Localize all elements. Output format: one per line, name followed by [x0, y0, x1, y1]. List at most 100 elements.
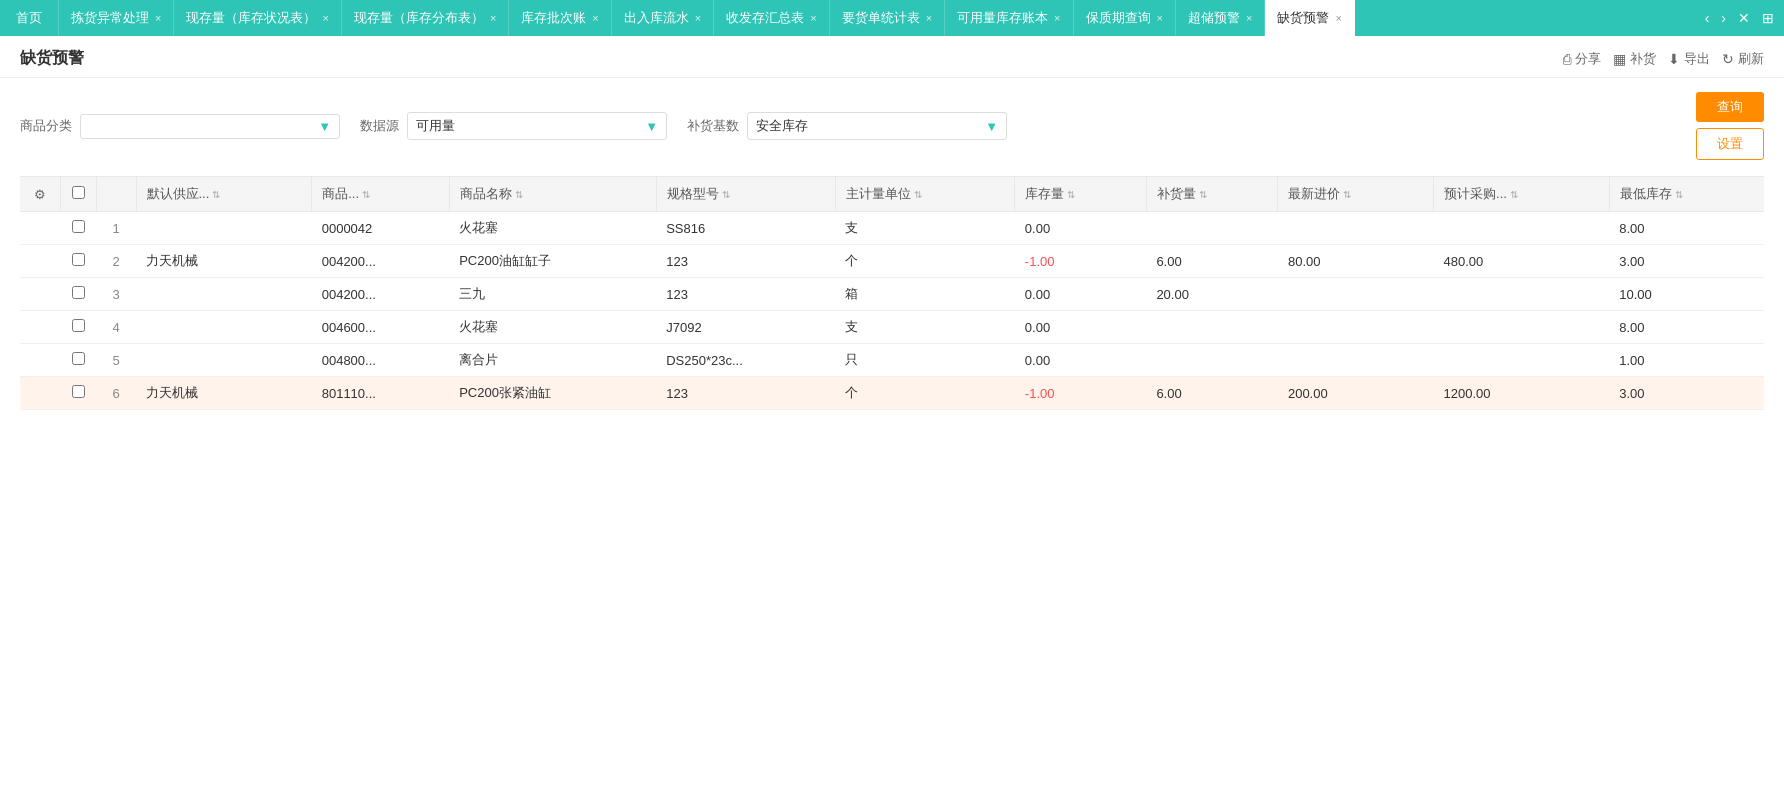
export-icon: ⬇: [1668, 51, 1680, 67]
filter-group-category: 商品分类 ▼: [20, 114, 340, 139]
th-latest-price[interactable]: 最新进价 ⇅: [1278, 177, 1434, 212]
row-min-stock: 3.00: [1609, 245, 1764, 278]
row-checkbox[interactable]: [72, 253, 85, 266]
query-button[interactable]: 查询: [1696, 92, 1764, 122]
replenish-base-select[interactable]: 安全库存 ▼: [747, 112, 1007, 140]
row-settings[interactable]: [20, 278, 60, 311]
export-button[interactable]: ⬇ 导出: [1668, 50, 1710, 68]
row-settings[interactable]: [20, 212, 60, 245]
tab-close-inout-flow[interactable]: ×: [695, 12, 701, 24]
row-est-purchase: [1434, 311, 1610, 344]
tab-batch-account[interactable]: 库存批次账 ×: [509, 0, 611, 36]
replenish-button[interactable]: ▦ 补货: [1613, 50, 1656, 68]
tab-inventory-dist[interactable]: 现存量（库存分布表） ×: [342, 0, 509, 36]
row-checkbox-cell[interactable]: [60, 377, 96, 410]
table-row[interactable]: 5 004800... 离合片 DS250*23c... 只 0.00 1.00: [20, 344, 1764, 377]
row-checkbox-cell[interactable]: [60, 212, 96, 245]
tab-inventory-status[interactable]: 现存量（库存状况表） ×: [174, 0, 341, 36]
th-spec[interactable]: 规格型号 ⇅: [656, 177, 835, 212]
tab-expiry-query[interactable]: 保质期查询 ×: [1074, 0, 1176, 36]
th-settings[interactable]: ⚙: [20, 177, 60, 212]
row-checkbox-cell[interactable]: [60, 278, 96, 311]
table-row[interactable]: 2 力天机械 004200... PC200油缸缸子 123 个 -1.00 6…: [20, 245, 1764, 278]
row-product-code: 004200...: [312, 278, 449, 311]
tab-next-button[interactable]: ›: [1715, 6, 1732, 30]
th-min-stock[interactable]: 最低库存 ⇅: [1609, 177, 1764, 212]
row-num: 1: [96, 212, 136, 245]
tab-inout-flow[interactable]: 出入库流水 ×: [612, 0, 714, 36]
row-product-name: PC200油缸缸子: [449, 245, 656, 278]
table-row[interactable]: 4 004600... 火花塞 J7092 支 0.00 8.00: [20, 311, 1764, 344]
th-product-name[interactable]: 商品名称 ⇅: [449, 177, 656, 212]
row-settings[interactable]: [20, 245, 60, 278]
row-checkbox-cell[interactable]: [60, 245, 96, 278]
th-default-supplier[interactable]: 默认供应... ⇅: [136, 177, 312, 212]
tab-bar: 首页 拣货异常处理 × 现存量（库存状况表） × 现存量（库存分布表） × 库存…: [0, 0, 1784, 36]
filter-group-datasource: 数据源 可用量 ▼: [360, 112, 667, 140]
datasource-select-value: 可用量: [416, 117, 455, 135]
row-settings[interactable]: [20, 377, 60, 410]
refresh-button[interactable]: ↻ 刷新: [1722, 50, 1764, 68]
row-stock-qty: 0.00: [1015, 212, 1147, 245]
row-checkbox[interactable]: [72, 220, 85, 233]
settings-button[interactable]: 设置: [1696, 128, 1764, 160]
filter-buttons: 查询 设置: [1696, 92, 1764, 160]
tab-receipt-summary[interactable]: 收发存汇总表 ×: [714, 0, 829, 36]
table-container: ⚙ 默认供应... ⇅ 商品...: [0, 176, 1784, 410]
row-supplier: 力天机械: [136, 377, 312, 410]
header-actions: ⎙ 分享 ▦ 补货 ⬇ 导出 ↻ 刷新: [1563, 50, 1764, 68]
tab-close-expiry-query[interactable]: ×: [1157, 12, 1163, 24]
tab-close-demand-stats[interactable]: ×: [926, 12, 932, 24]
category-select[interactable]: ▼: [80, 114, 340, 139]
tab-overstock[interactable]: 超储预警 ×: [1176, 0, 1265, 36]
table-row[interactable]: 1 0000042 火花塞 SS816 支 0.00 8.00: [20, 212, 1764, 245]
tab-abnormal[interactable]: 拣货异常处理 ×: [59, 0, 174, 36]
tab-close-abnormal[interactable]: ×: [155, 12, 161, 24]
th-checkbox[interactable]: [60, 177, 96, 212]
row-checkbox[interactable]: [72, 385, 85, 398]
datasource-select[interactable]: 可用量 ▼: [407, 112, 667, 140]
row-checkbox[interactable]: [72, 286, 85, 299]
th-stock-qty[interactable]: 库存量 ⇅: [1015, 177, 1147, 212]
tab-close-inventory-dist[interactable]: ×: [490, 12, 496, 24]
row-checkbox-cell[interactable]: [60, 311, 96, 344]
share-button[interactable]: ⎙ 分享: [1563, 50, 1601, 68]
th-unit[interactable]: 主计量单位 ⇅: [835, 177, 1015, 212]
row-checkbox-cell[interactable]: [60, 344, 96, 377]
category-chevron-icon: ▼: [318, 119, 331, 134]
row-checkbox[interactable]: [72, 319, 85, 332]
tab-demand-stats[interactable]: 要货单统计表 ×: [830, 0, 945, 36]
table-row[interactable]: 3 004200... 三九 123 箱 0.00 20.00 10.00: [20, 278, 1764, 311]
row-settings[interactable]: [20, 311, 60, 344]
row-spec: 123: [656, 278, 835, 311]
tab-available-ledger[interactable]: 可用量库存账本 ×: [945, 0, 1073, 36]
row-settings[interactable]: [20, 344, 60, 377]
tab-close-shortage[interactable]: ×: [1335, 12, 1341, 24]
row-latest-price: 200.00: [1278, 377, 1434, 410]
tab-home[interactable]: 首页: [0, 0, 59, 36]
table-settings-icon[interactable]: ⚙: [34, 187, 46, 202]
tab-close-available-ledger[interactable]: ×: [1054, 12, 1060, 24]
select-all-checkbox[interactable]: [72, 186, 85, 199]
tab-close-overstock[interactable]: ×: [1246, 12, 1252, 24]
sort-icon-spec: ⇅: [722, 189, 730, 200]
tab-close-batch-account[interactable]: ×: [592, 12, 598, 24]
row-est-purchase: 1200.00: [1434, 377, 1610, 410]
tab-prev-button[interactable]: ‹: [1699, 6, 1716, 30]
th-est-purchase[interactable]: 预计采购... ⇅: [1434, 177, 1610, 212]
sort-icon-replenish: ⇅: [1199, 189, 1207, 200]
tab-close-all-button[interactable]: ✕: [1732, 6, 1756, 30]
row-min-stock: 8.00: [1609, 212, 1764, 245]
row-checkbox[interactable]: [72, 352, 85, 365]
row-min-stock: 1.00: [1609, 344, 1764, 377]
tab-close-receipt-summary[interactable]: ×: [810, 12, 816, 24]
table-row[interactable]: 6 力天机械 801110... PC200张紧油缸 123 个 -1.00 6…: [20, 377, 1764, 410]
row-supplier: [136, 212, 312, 245]
tab-restore-button[interactable]: ⊞: [1756, 6, 1780, 30]
row-product-name: 离合片: [449, 344, 656, 377]
th-product-code[interactable]: 商品... ⇅: [312, 177, 449, 212]
row-est-purchase: [1434, 344, 1610, 377]
tab-shortage[interactable]: 缺货预警 ×: [1265, 0, 1354, 36]
tab-close-inventory-status[interactable]: ×: [322, 12, 328, 24]
th-replenish-qty[interactable]: 补货量 ⇅: [1146, 177, 1278, 212]
